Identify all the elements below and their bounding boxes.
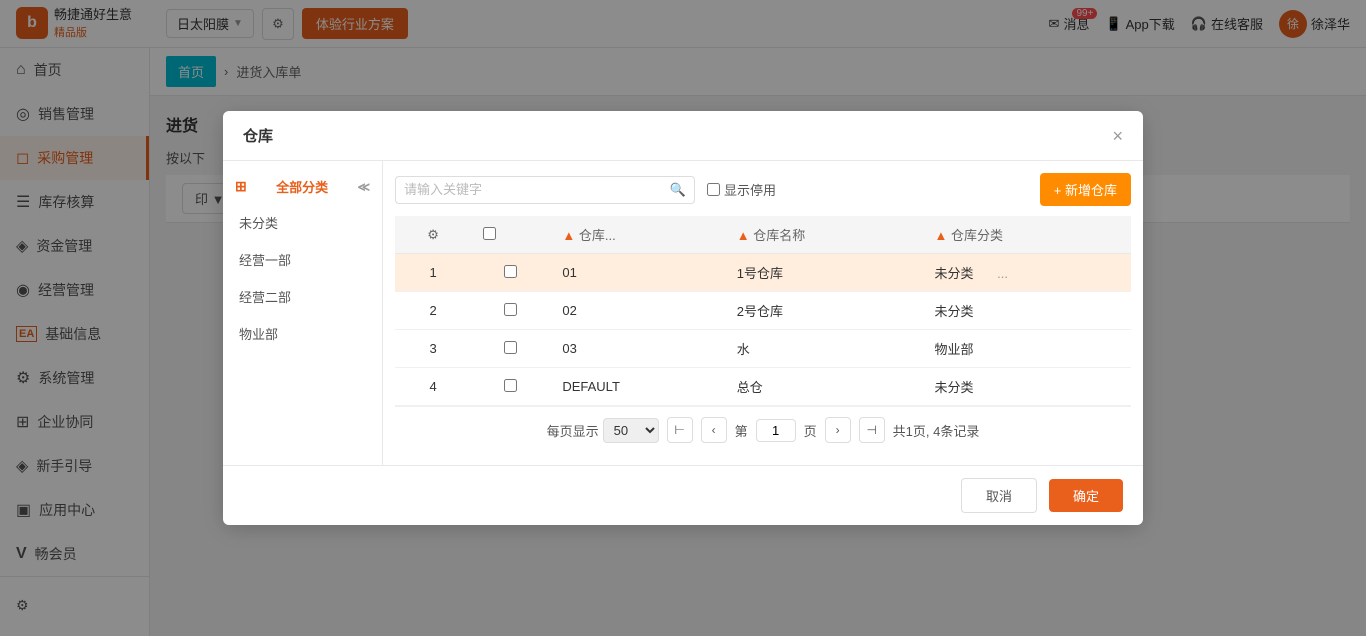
td-code: 03 bbox=[550, 330, 724, 368]
cancel-button[interactable]: 取消 bbox=[961, 478, 1037, 513]
first-page-button[interactable]: ⊢ bbox=[667, 417, 693, 443]
sort-icon-cat: ▲ bbox=[935, 228, 948, 243]
sort-icon-name: ▲ bbox=[737, 228, 750, 243]
td-index: 2 bbox=[395, 292, 471, 330]
category-item-1[interactable]: 经营一部 bbox=[223, 241, 382, 278]
warehouse-table: ⚙ ▲ 仓库... ▲ bbox=[395, 216, 1131, 406]
row-checkbox[interactable] bbox=[504, 379, 517, 392]
table-header-row: ⚙ ▲ 仓库... ▲ bbox=[395, 216, 1131, 254]
th-category[interactable]: ▲ 仓库分类 bbox=[923, 216, 1131, 254]
category-all-header[interactable]: ⊞ 全部分类 ≪ bbox=[223, 169, 382, 204]
page-size-select: 每页显示 50 10 20 100 bbox=[547, 418, 659, 443]
row-actions[interactable]: ... bbox=[994, 266, 1008, 281]
td-category: 未分类 ... bbox=[923, 254, 1131, 292]
page-label: 第 bbox=[735, 421, 748, 440]
td-checkbox bbox=[471, 254, 550, 292]
td-code: 02 bbox=[550, 292, 724, 330]
td-code: 01 bbox=[550, 254, 724, 292]
modal-footer: 取消 确定 bbox=[223, 465, 1143, 525]
category-collapse-icon[interactable]: ≪ bbox=[357, 180, 370, 194]
th-name[interactable]: ▲ 仓库名称 bbox=[725, 216, 923, 254]
table-row[interactable]: 3 03 水 物业部 bbox=[395, 330, 1131, 368]
row-checkbox[interactable] bbox=[504, 303, 517, 316]
category-grid-icon: ⊞ bbox=[235, 178, 247, 195]
table-toolbar: 🔍 显示停用 + 新增仓库 bbox=[395, 173, 1131, 206]
page-size-dropdown[interactable]: 50 10 20 100 bbox=[603, 418, 659, 443]
category-item-0[interactable]: 未分类 bbox=[223, 204, 382, 241]
category-item-2[interactable]: 经营二部 bbox=[223, 278, 382, 315]
td-index: 4 bbox=[395, 368, 471, 406]
table-row[interactable]: 1 01 1号仓库 未分类 ... bbox=[395, 254, 1131, 292]
table-row[interactable]: 2 02 2号仓库 未分类 bbox=[395, 292, 1131, 330]
modal-overlay: 仓库 × ⊞ 全部分类 ≪ 未分类 经营一部 经营二部 bbox=[0, 0, 1366, 636]
th-code[interactable]: ▲ 仓库... bbox=[550, 216, 724, 254]
modal-close-button[interactable]: × bbox=[1112, 127, 1123, 145]
category-all-label: 全部分类 bbox=[276, 177, 328, 196]
sort-icon: ▲ bbox=[562, 228, 575, 243]
td-name: 1号仓库 bbox=[725, 254, 923, 292]
td-name: 水 bbox=[725, 330, 923, 368]
td-category: 未分类 bbox=[923, 368, 1131, 406]
show-disabled-label: 显示停用 bbox=[707, 180, 776, 199]
td-index: 3 bbox=[395, 330, 471, 368]
warehouse-modal: 仓库 × ⊞ 全部分类 ≪ 未分类 经营一部 经营二部 bbox=[223, 111, 1143, 525]
search-icon[interactable]: 🔍 bbox=[670, 182, 686, 198]
confirm-button[interactable]: 确定 bbox=[1049, 479, 1123, 512]
table-row[interactable]: 4 DEFAULT 总仓 未分类 bbox=[395, 368, 1131, 406]
category-item-3[interactable]: 物业部 bbox=[223, 315, 382, 352]
modal-header: 仓库 × bbox=[223, 111, 1143, 161]
row-checkbox[interactable] bbox=[504, 265, 517, 278]
table-container: ⚙ ▲ 仓库... ▲ bbox=[395, 216, 1131, 406]
pagination: 每页显示 50 10 20 100 ⊢ ‹ 第 页 › ⊣ bbox=[395, 406, 1131, 453]
category-panel: ⊞ 全部分类 ≪ 未分类 经营一部 经营二部 物业部 bbox=[223, 161, 383, 465]
row-checkbox[interactable] bbox=[504, 341, 517, 354]
select-all-checkbox[interactable] bbox=[483, 227, 496, 240]
page-number-input[interactable] bbox=[756, 419, 796, 442]
next-page-button[interactable]: › bbox=[825, 417, 851, 443]
table-body: 1 01 1号仓库 未分类 ... 2 02 2号仓库 未分类 3 03 水 物… bbox=[395, 254, 1131, 406]
td-index: 1 bbox=[395, 254, 471, 292]
table-panel: 🔍 显示停用 + 新增仓库 ⚙ bbox=[383, 161, 1143, 465]
add-warehouse-button[interactable]: + 新增仓库 bbox=[1040, 173, 1131, 206]
prev-page-button[interactable]: ‹ bbox=[701, 417, 727, 443]
modal-title: 仓库 bbox=[243, 125, 273, 146]
td-name: 2号仓库 bbox=[725, 292, 923, 330]
page-unit: 页 bbox=[804, 421, 817, 440]
td-category: 未分类 bbox=[923, 292, 1131, 330]
td-checkbox bbox=[471, 368, 550, 406]
td-name: 总仓 bbox=[725, 368, 923, 406]
modal-body: ⊞ 全部分类 ≪ 未分类 经营一部 经营二部 物业部 bbox=[223, 161, 1143, 465]
search-input[interactable] bbox=[404, 182, 670, 197]
search-box: 🔍 bbox=[395, 176, 695, 204]
td-code: DEFAULT bbox=[550, 368, 724, 406]
th-settings[interactable]: ⚙ bbox=[395, 216, 471, 254]
settings-icon: ⚙ bbox=[427, 227, 439, 242]
last-page-button[interactable]: ⊣ bbox=[859, 417, 885, 443]
show-disabled-checkbox[interactable] bbox=[707, 183, 720, 196]
td-checkbox bbox=[471, 292, 550, 330]
td-category: 物业部 bbox=[923, 330, 1131, 368]
td-checkbox bbox=[471, 330, 550, 368]
total-info: 共1页, 4条记录 bbox=[893, 421, 980, 440]
th-checkbox bbox=[471, 216, 550, 254]
